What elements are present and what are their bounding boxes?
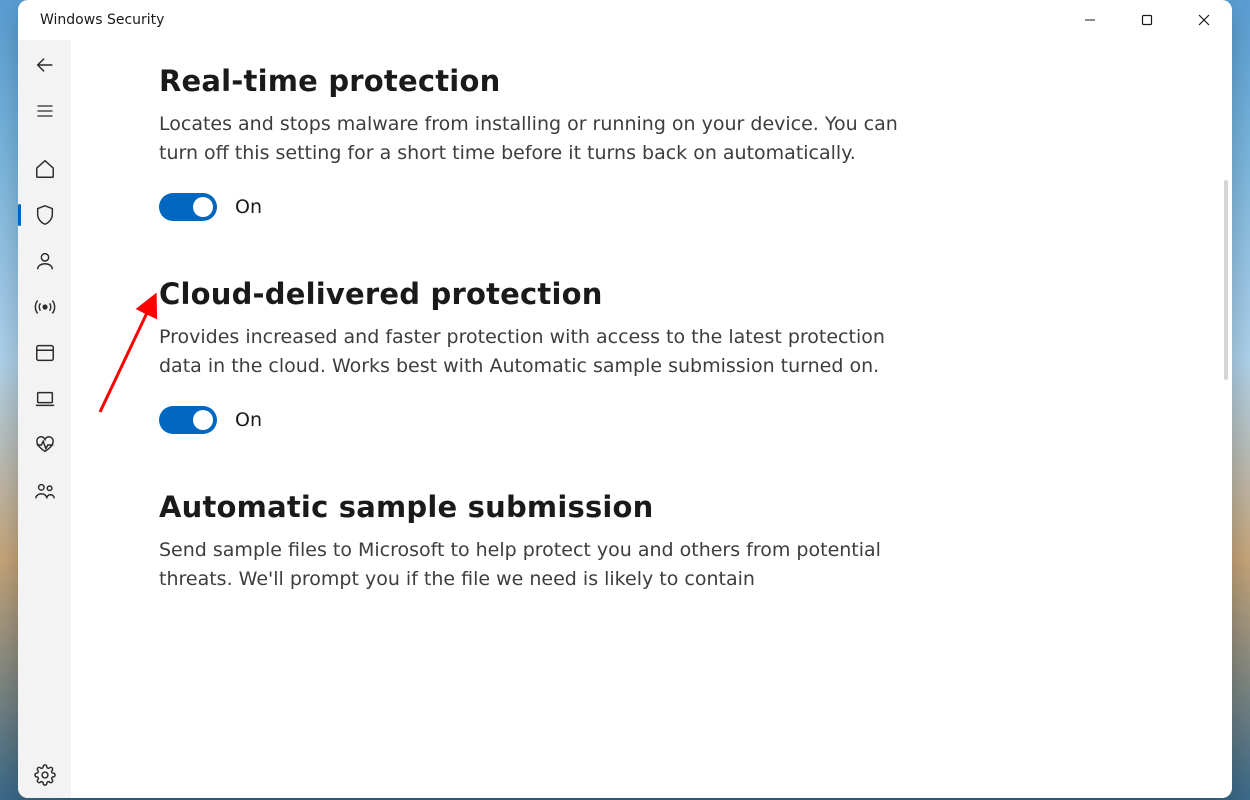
- titlebar: Windows Security: [18, 0, 1232, 40]
- sidebar: [18, 40, 71, 798]
- section-description: Send sample files to Microsoft to help p…: [159, 536, 899, 593]
- nav-device-security[interactable]: [18, 376, 71, 422]
- hamburger-icon: [35, 101, 55, 121]
- nav-menu-button[interactable]: [18, 88, 71, 134]
- window-body: Real-time protection Locates and stops m…: [18, 40, 1232, 798]
- heartbeat-icon: [34, 434, 56, 456]
- nav-performance[interactable]: [18, 422, 71, 468]
- app-window: Windows Security: [18, 0, 1232, 798]
- nav-settings[interactable]: [18, 752, 71, 798]
- minimize-button[interactable]: [1061, 0, 1118, 40]
- content-area[interactable]: Real-time protection Locates and stops m…: [71, 40, 1232, 798]
- nav-account[interactable]: [18, 238, 71, 284]
- nav-family[interactable]: [18, 468, 71, 514]
- section-title: Automatic sample submission: [159, 490, 939, 524]
- section-sample-submission: Automatic sample submission Send sample …: [159, 490, 939, 593]
- maximize-button[interactable]: [1118, 0, 1175, 40]
- section-description: Provides increased and faster protection…: [159, 323, 899, 380]
- window-controls: [1061, 0, 1232, 40]
- nav-firewall[interactable]: [18, 284, 71, 330]
- gear-icon: [34, 764, 56, 786]
- realtime-toggle[interactable]: [159, 193, 217, 221]
- scrollbar-thumb[interactable]: [1224, 180, 1228, 380]
- section-cloud-protection: Cloud-delivered protection Provides incr…: [159, 277, 939, 434]
- nav-home[interactable]: [18, 146, 71, 192]
- back-button[interactable]: [18, 42, 71, 88]
- toggle-row: On: [159, 193, 939, 221]
- section-realtime-protection: Real-time protection Locates and stops m…: [159, 64, 939, 221]
- close-button[interactable]: [1175, 0, 1232, 40]
- toggle-state-label: On: [235, 196, 262, 218]
- section-title: Real-time protection: [159, 64, 939, 98]
- laptop-icon: [34, 388, 56, 410]
- app-title: Windows Security: [40, 12, 164, 28]
- cloud-toggle[interactable]: [159, 406, 217, 434]
- person-icon: [34, 250, 56, 272]
- section-description: Locates and stops malware from installin…: [159, 110, 899, 167]
- nav-app-browser[interactable]: [18, 330, 71, 376]
- section-title: Cloud-delivered protection: [159, 277, 939, 311]
- antenna-icon: [34, 296, 56, 318]
- toggle-row: On: [159, 406, 939, 434]
- people-icon: [34, 480, 56, 502]
- toggle-state-label: On: [235, 409, 262, 431]
- shield-icon: [34, 204, 56, 226]
- nav-virus-threat[interactable]: [18, 192, 71, 238]
- browser-icon: [34, 342, 56, 364]
- arrow-left-icon: [34, 54, 56, 76]
- home-icon: [34, 158, 56, 180]
